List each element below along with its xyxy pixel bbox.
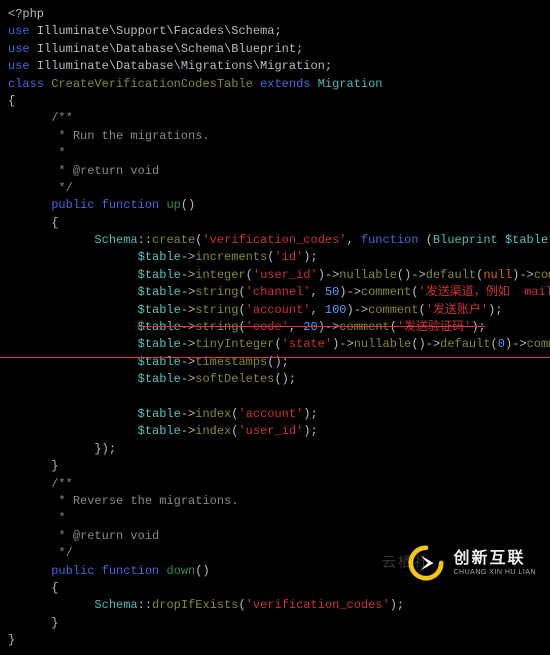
code-block: <?php use Illuminate\Support\Facades\Sch… (0, 0, 550, 655)
php-open-tag: <?php (8, 7, 44, 21)
